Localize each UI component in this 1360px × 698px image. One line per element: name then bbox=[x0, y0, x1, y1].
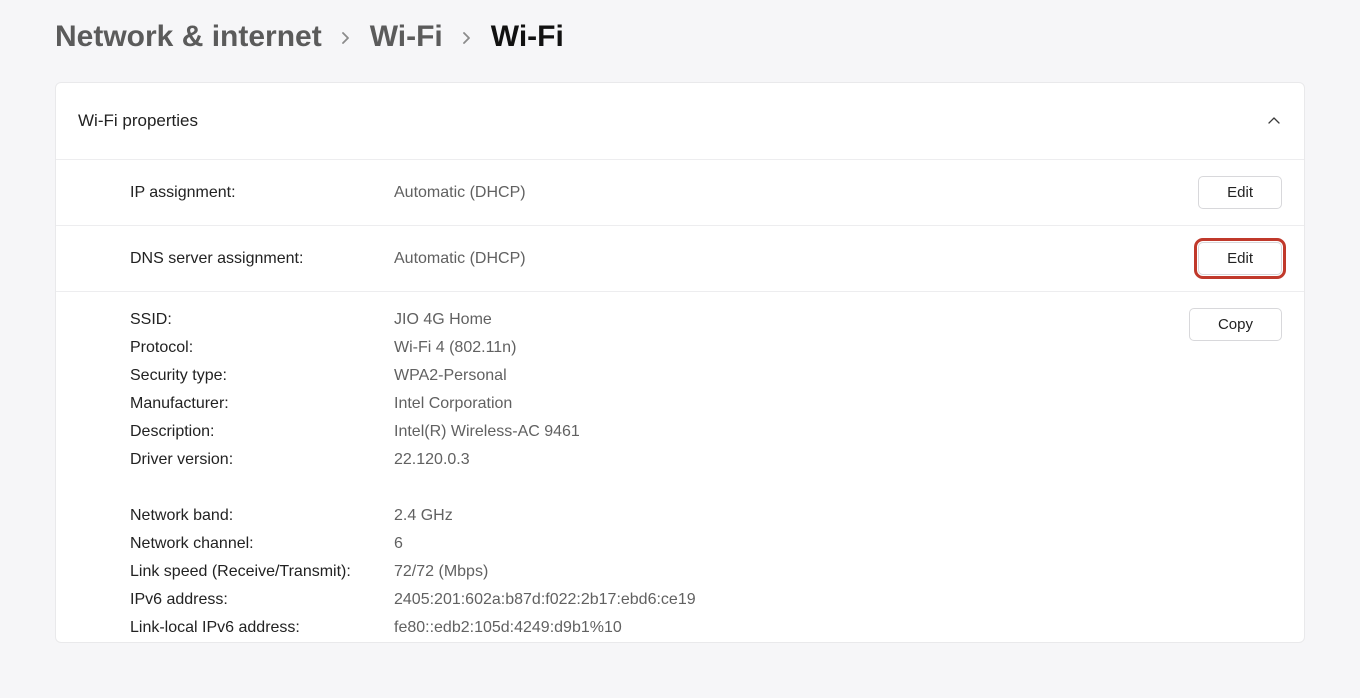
wifi-details-block: SSID: JIO 4G Home Protocol: Wi-Fi 4 (802… bbox=[56, 292, 1304, 642]
link-speed-value: 72/72 (Mbps) bbox=[394, 563, 1189, 581]
link-local-ipv6-label: Link-local IPv6 address: bbox=[130, 619, 394, 637]
table-row: Link speed (Receive/Transmit): 72/72 (Mb… bbox=[130, 558, 1189, 586]
network-band-value: 2.4 GHz bbox=[394, 507, 1189, 525]
breadcrumb-current: Wi-Fi bbox=[491, 20, 564, 54]
link-speed-label: Link speed (Receive/Transmit): bbox=[130, 563, 394, 581]
security-type-value: WPA2-Personal bbox=[394, 367, 1189, 385]
ssid-label: SSID: bbox=[130, 311, 394, 329]
table-row: Network band: 2.4 GHz bbox=[130, 502, 1189, 530]
edit-ip-assignment-button[interactable]: Edit bbox=[1198, 176, 1282, 209]
network-channel-label: Network channel: bbox=[130, 535, 394, 553]
driver-version-value: 22.120.0.3 bbox=[394, 451, 1189, 469]
breadcrumb-network-internet[interactable]: Network & internet bbox=[55, 20, 322, 54]
dns-assignment-label: DNS server assignment: bbox=[130, 250, 394, 268]
table-row: Description: Intel(R) Wireless-AC 9461 bbox=[130, 418, 1189, 446]
table-row: IPv6 address: 2405:201:602a:b87d:f022:2b… bbox=[130, 586, 1189, 614]
wifi-properties-card: Wi-Fi properties IP assignment: Automati… bbox=[55, 82, 1305, 643]
chevron-right-icon bbox=[461, 24, 473, 50]
driver-version-label: Driver version: bbox=[130, 451, 394, 469]
ipv6-address-value: 2405:201:602a:b87d:f022:2b17:ebd6:ce19 bbox=[394, 591, 1189, 609]
ip-assignment-row: IP assignment: Automatic (DHCP) Edit bbox=[56, 160, 1304, 226]
table-row: Protocol: Wi-Fi 4 (802.11n) bbox=[130, 334, 1189, 362]
protocol-value: Wi-Fi 4 (802.11n) bbox=[394, 339, 1189, 357]
table-row: Driver version: 22.120.0.3 bbox=[130, 446, 1189, 474]
description-label: Description: bbox=[130, 423, 394, 441]
wifi-properties-header[interactable]: Wi-Fi properties bbox=[56, 83, 1304, 160]
network-band-label: Network band: bbox=[130, 507, 394, 525]
ssid-value: JIO 4G Home bbox=[394, 311, 1189, 329]
manufacturer-label: Manufacturer: bbox=[130, 395, 394, 413]
ip-assignment-value: Automatic (DHCP) bbox=[394, 184, 1198, 202]
link-local-ipv6-value: fe80::edb2:105d:4249:d9b1%10 bbox=[394, 619, 1189, 637]
table-row: Link-local IPv6 address: fe80::edb2:105d… bbox=[130, 614, 1189, 642]
ip-assignment-label: IP assignment: bbox=[130, 184, 394, 202]
network-channel-value: 6 bbox=[394, 535, 1189, 553]
copy-button[interactable]: Copy bbox=[1189, 308, 1282, 341]
chevron-up-icon bbox=[1266, 113, 1282, 129]
ipv6-address-label: IPv6 address: bbox=[130, 591, 394, 609]
table-row: Manufacturer: Intel Corporation bbox=[130, 390, 1189, 418]
manufacturer-value: Intel Corporation bbox=[394, 395, 1189, 413]
breadcrumb: Network & internet Wi-Fi Wi-Fi bbox=[55, 20, 1305, 54]
breadcrumb-wifi[interactable]: Wi-Fi bbox=[370, 20, 443, 54]
security-type-label: Security type: bbox=[130, 367, 394, 385]
dns-assignment-value: Automatic (DHCP) bbox=[394, 250, 1198, 268]
dns-assignment-row: DNS server assignment: Automatic (DHCP) … bbox=[56, 226, 1304, 292]
table-row: Security type: WPA2-Personal bbox=[130, 362, 1189, 390]
protocol-label: Protocol: bbox=[130, 339, 394, 357]
panel-title: Wi-Fi properties bbox=[78, 111, 198, 131]
table-row: SSID: JIO 4G Home bbox=[130, 306, 1189, 334]
description-value: Intel(R) Wireless-AC 9461 bbox=[394, 423, 1189, 441]
chevron-right-icon bbox=[340, 24, 352, 50]
table-row: Network channel: 6 bbox=[130, 530, 1189, 558]
edit-dns-assignment-button[interactable]: Edit bbox=[1198, 242, 1282, 275]
